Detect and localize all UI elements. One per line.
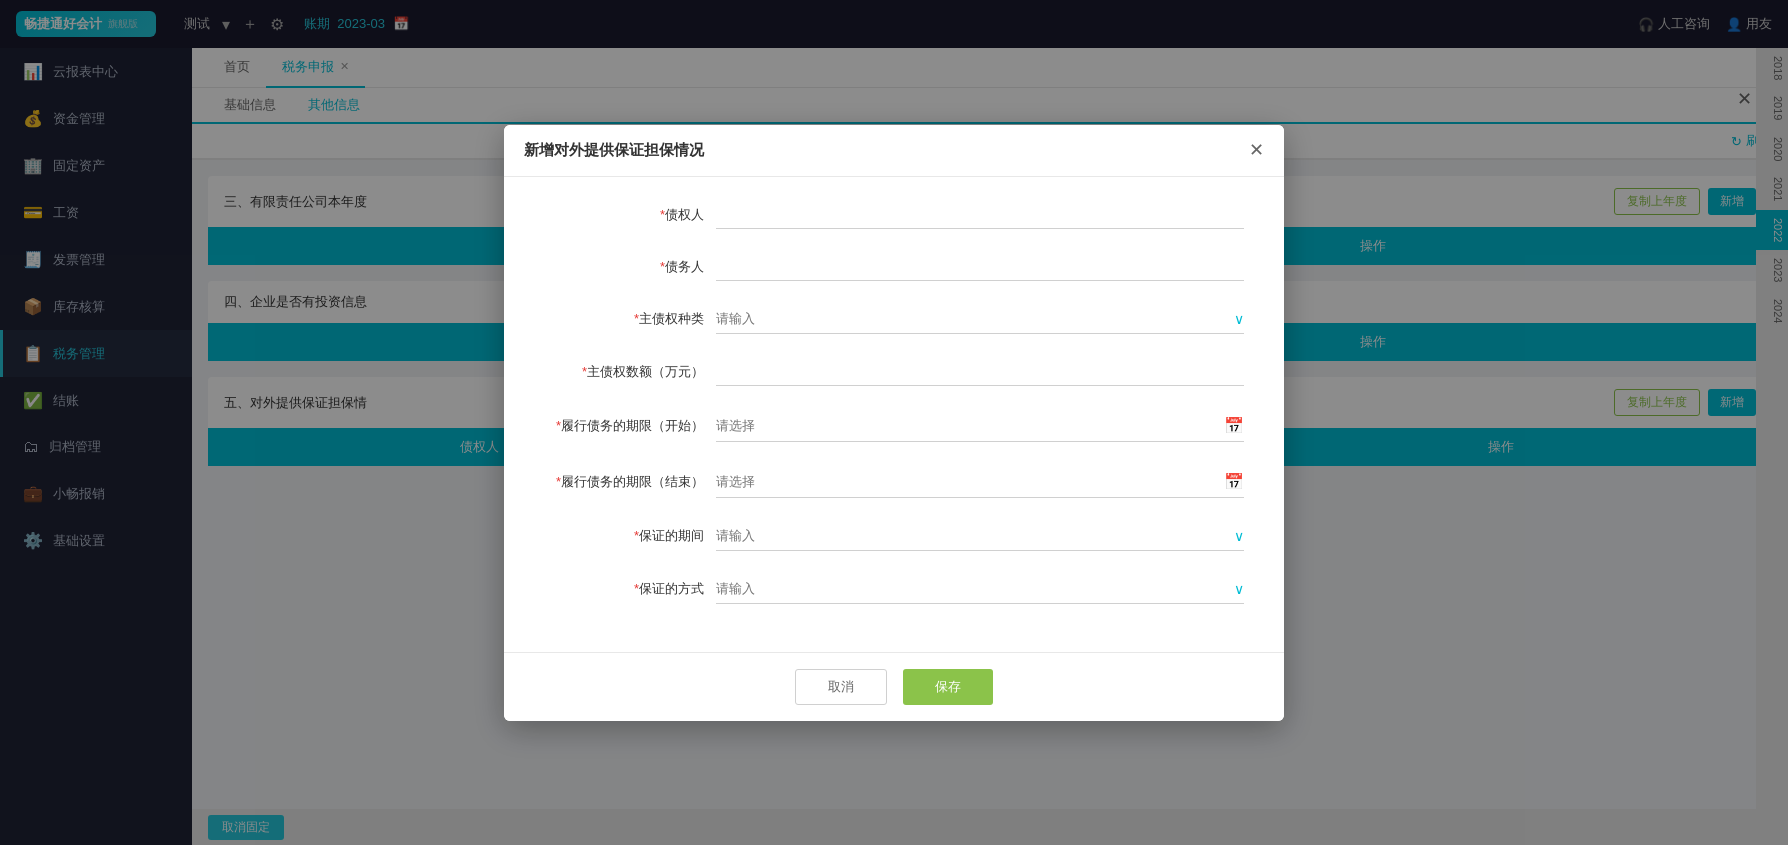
form-label-period-end: *履行债务的期限（结束） bbox=[544, 473, 704, 491]
guarantee-period-input[interactable] bbox=[716, 528, 1234, 543]
claim-type-select-wrapper[interactable]: ∨ bbox=[716, 305, 1244, 334]
period-end-input[interactable] bbox=[716, 474, 1224, 489]
form-row-period-start: *履行债务的期限（开始） 📅 bbox=[544, 410, 1244, 442]
guarantee-period-select-wrapper[interactable]: ∨ bbox=[716, 522, 1244, 551]
form-row-guarantee-method: *保证的方式 ∨ bbox=[544, 575, 1244, 604]
guarantee-method-select-wrapper[interactable]: ∨ bbox=[716, 575, 1244, 604]
period-end-date-wrapper[interactable]: 📅 bbox=[716, 466, 1244, 498]
claim-type-arrow-icon[interactable]: ∨ bbox=[1234, 311, 1244, 327]
save-button[interactable]: 保存 bbox=[903, 669, 993, 705]
form-row-creditor: *债权人 bbox=[544, 201, 1244, 229]
claim-amount-input[interactable] bbox=[716, 358, 1244, 386]
form-row-guarantee-period: *保证的期间 ∨ bbox=[544, 522, 1244, 551]
form-label-creditor: *债权人 bbox=[544, 206, 704, 224]
creditor-input[interactable] bbox=[716, 201, 1244, 229]
form-row-debtor: *债务人 bbox=[544, 253, 1244, 281]
debtor-input[interactable] bbox=[716, 253, 1244, 281]
form-label-claim-amount: *主债权数额（万元） bbox=[544, 363, 704, 381]
modal-body: *债权人 *债务人 *主债权种类 ∨ bbox=[504, 177, 1284, 652]
form-label-guarantee-period: *保证的期间 bbox=[544, 527, 704, 545]
cancel-button[interactable]: 取消 bbox=[795, 669, 887, 705]
modal-header: 新增对外提供保证担保情况 ✕ bbox=[504, 125, 1284, 177]
guarantee-method-arrow-icon[interactable]: ∨ bbox=[1234, 581, 1244, 597]
modal: 新增对外提供保证担保情况 ✕ *债权人 *债务人 * bbox=[504, 125, 1284, 721]
form-label-debtor: *债务人 bbox=[544, 258, 704, 276]
claim-type-input[interactable] bbox=[716, 311, 1234, 326]
modal-overlay: 新增对外提供保证担保情况 ✕ *债权人 *债务人 * bbox=[0, 0, 1788, 845]
guarantee-period-arrow-icon[interactable]: ∨ bbox=[1234, 528, 1244, 544]
period-end-calendar-icon[interactable]: 📅 bbox=[1224, 472, 1244, 491]
guarantee-method-input[interactable] bbox=[716, 581, 1234, 596]
modal-title: 新增对外提供保证担保情况 bbox=[524, 141, 704, 160]
form-label-guarantee-method: *保证的方式 bbox=[544, 580, 704, 598]
form-row-claim-amount: *主债权数额（万元） bbox=[544, 358, 1244, 386]
period-start-calendar-icon[interactable]: 📅 bbox=[1224, 416, 1244, 435]
form-label-period-start: *履行债务的期限（开始） bbox=[544, 417, 704, 435]
modal-footer: 取消 保存 bbox=[504, 652, 1284, 721]
modal-close-icon[interactable]: ✕ bbox=[1249, 141, 1264, 159]
period-start-date-wrapper[interactable]: 📅 bbox=[716, 410, 1244, 442]
form-label-claim-type: *主债权种类 bbox=[544, 310, 704, 328]
period-start-input[interactable] bbox=[716, 418, 1224, 433]
form-row-period-end: *履行债务的期限（结束） 📅 bbox=[544, 466, 1244, 498]
form-row-claim-type: *主债权种类 ∨ bbox=[544, 305, 1244, 334]
